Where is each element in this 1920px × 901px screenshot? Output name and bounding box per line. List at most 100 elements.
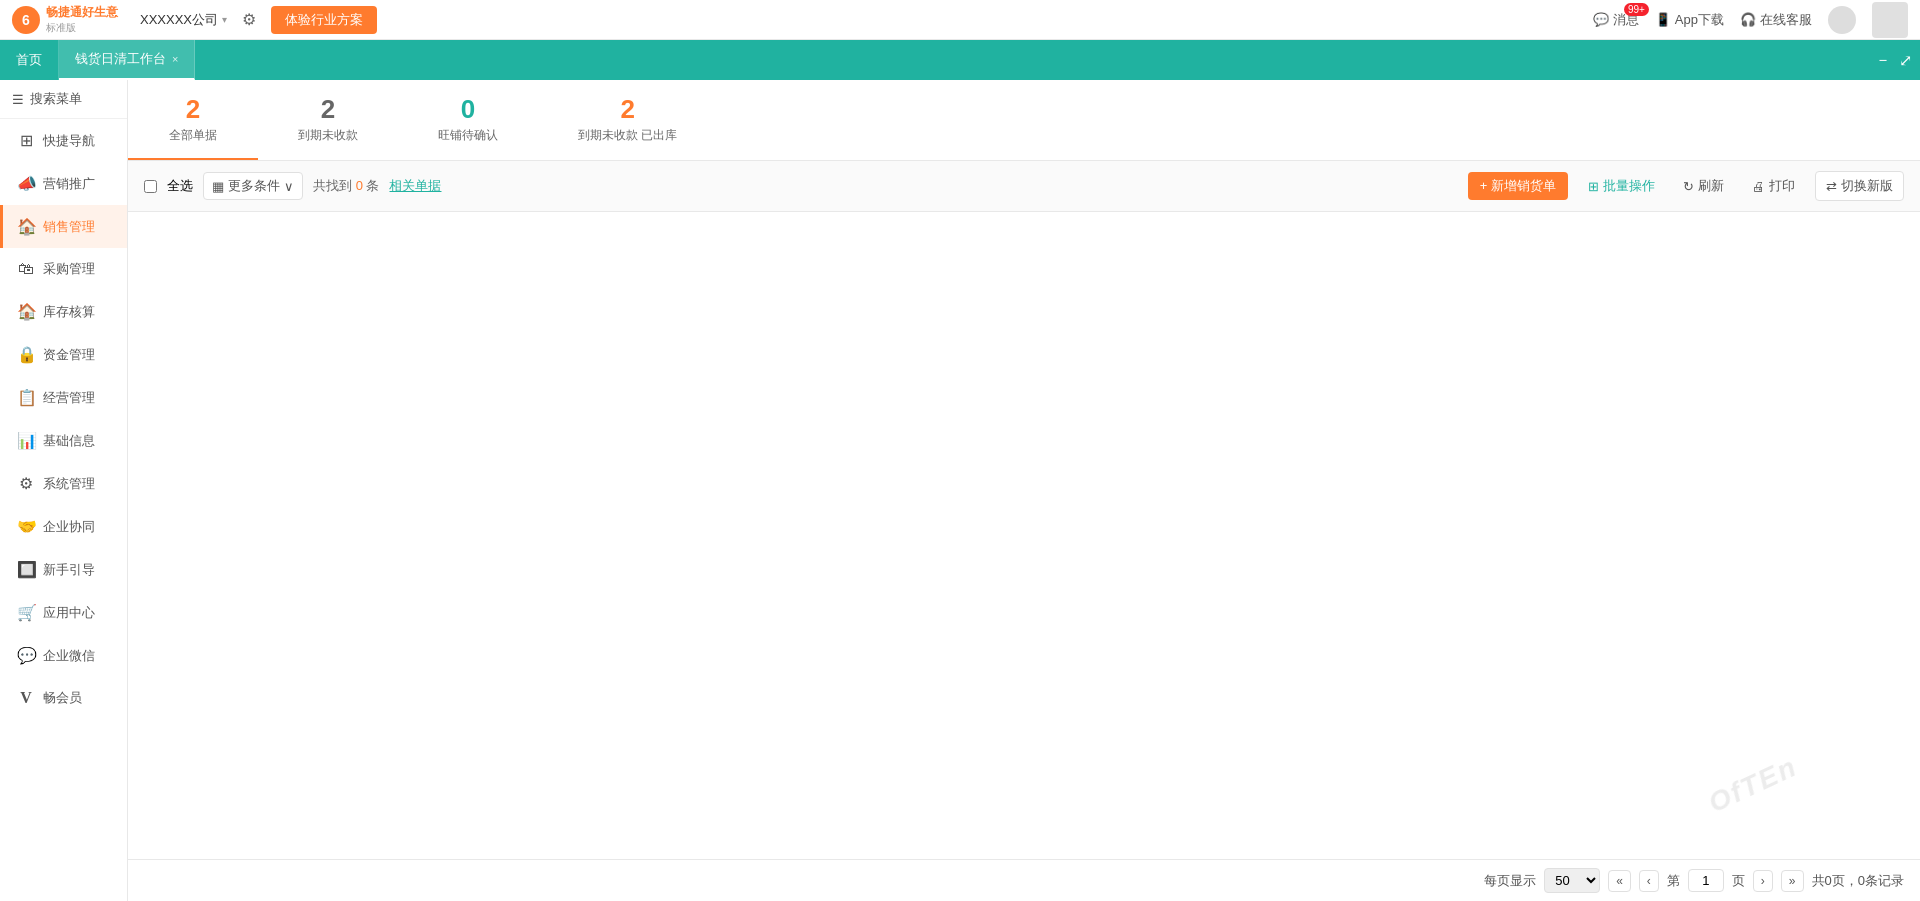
company-selector[interactable]: XXXXXX公司 ▾ — [140, 11, 227, 29]
sidebar-item-app-center[interactable]: 🛒 应用中心 — [0, 591, 127, 634]
filter-button[interactable]: ▦ 更多条件 ∨ — [203, 172, 303, 200]
relate-link[interactable]: 相关单据 — [389, 177, 441, 195]
sidebar-item-quick-nav[interactable]: ⊞ 快捷导航 — [0, 119, 127, 162]
stat-tab-all[interactable]: 2 全部单据 — [128, 80, 258, 160]
print-button[interactable]: 🖨 打印 — [1744, 173, 1803, 199]
sidebar-item-member[interactable]: V 畅会员 — [0, 677, 127, 719]
select-all-checkbox[interactable] — [144, 180, 157, 193]
main-layout: ☰ 搜索菜单 ⊞ 快捷导航 📣 营销推广 🏠 销售管理 🛍 采购管理 🏠 库存核… — [0, 80, 1920, 901]
per-page-select[interactable]: 50 100 200 — [1544, 868, 1600, 893]
guide-icon: 🔲 — [17, 560, 35, 579]
marketing-icon: 📣 — [17, 174, 35, 193]
sidebar-item-basic-info[interactable]: 📊 基础信息 — [0, 419, 127, 462]
stat-desc-overdue: 到期未收款 — [298, 127, 358, 144]
sidebar-item-enterprise[interactable]: 🤝 企业协同 — [0, 505, 127, 548]
prev-page-button[interactable]: ‹ — [1639, 870, 1659, 892]
sidebar-item-purchase[interactable]: 🛍 采购管理 — [0, 248, 127, 290]
tab-bar-controls: － ⤢ — [1875, 40, 1920, 80]
online-service-button[interactable]: 🎧 在线客服 — [1740, 11, 1812, 29]
message-button[interactable]: 💬 消息 99+ — [1593, 11, 1639, 29]
stat-tab-shipped[interactable]: 2 到期未收款 已出库 — [538, 80, 717, 160]
experience-button[interactable]: 体验行业方案 — [271, 6, 377, 34]
page-suffix: 页 — [1732, 872, 1745, 890]
app-download-button[interactable]: 📱 App下载 — [1655, 11, 1724, 29]
sidebar-item-operations[interactable]: 📋 经营管理 — [0, 376, 127, 419]
wechat-icon: 💬 — [17, 646, 35, 665]
member-icon: V — [17, 689, 35, 707]
basic-info-icon: 📊 — [17, 431, 35, 450]
stat-tab-overdue[interactable]: 2 到期未收款 — [258, 80, 398, 160]
chevron-down-icon: ▾ — [222, 14, 227, 25]
stat-desc-shipped: 到期未收款 已出库 — [578, 127, 677, 144]
first-page-button[interactable]: « — [1608, 870, 1631, 892]
per-page-label: 每页显示 — [1484, 872, 1536, 890]
message-badge: 99+ — [1624, 3, 1649, 16]
home-tab-label: 首页 — [16, 51, 42, 69]
toolbar-right: + 新增销货单 ⊞ 批量操作 ↻ 刷新 🖨 打印 ⇄ 切换新版 — [1468, 171, 1904, 201]
total-label: 共0页，0条记录 — [1812, 872, 1904, 890]
last-page-button[interactable]: » — [1781, 870, 1804, 892]
logo-sub: 标准版 — [46, 21, 118, 34]
stat-num-overdue: 2 — [321, 94, 335, 125]
inventory-icon: 🏠 — [17, 302, 35, 321]
download-icon: 📱 — [1655, 12, 1671, 27]
tab-maximize-icon[interactable]: ⤢ — [1899, 51, 1912, 70]
header-mid: XXXXXX公司 ▾ ⚙ 体验行业方案 — [140, 6, 1593, 34]
sidebar-search[interactable]: ☰ 搜索菜单 — [0, 80, 127, 119]
active-tab-label: 钱货日清工作台 — [75, 50, 166, 68]
stat-num-all: 2 — [186, 94, 200, 125]
sidebar-item-finance[interactable]: 🔒 资金管理 — [0, 333, 127, 376]
page-label: 第 — [1667, 872, 1680, 890]
batch-button[interactable]: ⊞ 批量操作 — [1580, 173, 1663, 199]
tab-close-icon[interactable]: × — [172, 53, 178, 65]
top-header: 6 畅捷通好生意 标准版 XXXXXX公司 ▾ ⚙ 体验行业方案 💬 消息 99… — [0, 0, 1920, 40]
operations-icon: 📋 — [17, 388, 35, 407]
sidebar-item-label: 畅会员 — [43, 689, 82, 707]
online-service-label: 在线客服 — [1760, 11, 1812, 29]
company-name: XXXXXX公司 — [140, 11, 218, 29]
print-icon: 🖨 — [1752, 179, 1765, 194]
stat-tab-pending[interactable]: 0 旺铺待确认 — [398, 80, 538, 160]
sidebar-item-marketing[interactable]: 📣 营销推广 — [0, 162, 127, 205]
next-page-button[interactable]: › — [1753, 870, 1773, 892]
table-area — [128, 212, 1920, 859]
sidebar-item-system[interactable]: ⚙ 系统管理 — [0, 462, 127, 505]
sidebar-item-label: 基础信息 — [43, 432, 95, 450]
tab-minimize-icon[interactable]: － — [1875, 50, 1891, 71]
batch-icon: ⊞ — [1588, 179, 1599, 194]
purchase-icon: 🛍 — [17, 260, 35, 278]
sidebar-item-sales[interactable]: 🏠 销售管理 — [0, 205, 127, 248]
finance-icon: 🔒 — [17, 345, 35, 364]
avatar[interactable] — [1828, 6, 1856, 34]
refresh-button[interactable]: ↻ 刷新 — [1675, 173, 1732, 199]
user-menu[interactable] — [1872, 2, 1908, 38]
search-icon: ☰ — [12, 92, 24, 107]
sidebar-item-label: 应用中心 — [43, 604, 95, 622]
toolbar: 全选 ▦ 更多条件 ∨ 共找到 0 条 相关单据 + 新增销货单 ⊞ 批量操作 — [128, 161, 1920, 212]
select-all-label: 全选 — [167, 177, 193, 195]
tab-bar: 首页 钱货日清工作台 × － ⤢ — [0, 40, 1920, 80]
switch-version-button[interactable]: ⇄ 切换新版 — [1815, 171, 1904, 201]
tab-home[interactable]: 首页 — [0, 40, 59, 80]
stats-tabs: 2 全部单据 2 到期未收款 0 旺铺待确认 2 到期未收款 已出库 — [128, 80, 1920, 161]
content-area: 2 全部单据 2 到期未收款 0 旺铺待确认 2 到期未收款 已出库 全选 — [128, 80, 1920, 901]
sidebar-item-guide[interactable]: 🔲 新手引导 — [0, 548, 127, 591]
switch-icon: ⇄ — [1826, 179, 1837, 194]
page-input[interactable] — [1688, 869, 1724, 892]
sidebar-item-label: 资金管理 — [43, 346, 95, 364]
new-sales-button[interactable]: + 新增销货单 — [1468, 172, 1568, 200]
settings-icon[interactable]: ⚙ — [235, 6, 263, 34]
sidebar-item-label: 营销推广 — [43, 175, 95, 193]
sidebar-item-inventory[interactable]: 🏠 库存核算 — [0, 290, 127, 333]
stat-num-pending: 0 — [461, 94, 475, 125]
app-download-label: App下载 — [1675, 11, 1724, 29]
filter-chevron-icon: ∨ — [284, 179, 294, 194]
sidebar-item-wechat[interactable]: 💬 企业微信 — [0, 634, 127, 677]
sidebar-item-label: 采购管理 — [43, 260, 95, 278]
service-icon: 🎧 — [1740, 12, 1756, 27]
logo-title: 畅捷通好生意 — [46, 5, 118, 21]
logo-area: 6 畅捷通好生意 标准版 — [12, 5, 140, 34]
sidebar-item-label: 企业协同 — [43, 518, 95, 536]
tab-active[interactable]: 钱货日清工作台 × — [59, 40, 195, 80]
refresh-icon: ↻ — [1683, 179, 1694, 194]
